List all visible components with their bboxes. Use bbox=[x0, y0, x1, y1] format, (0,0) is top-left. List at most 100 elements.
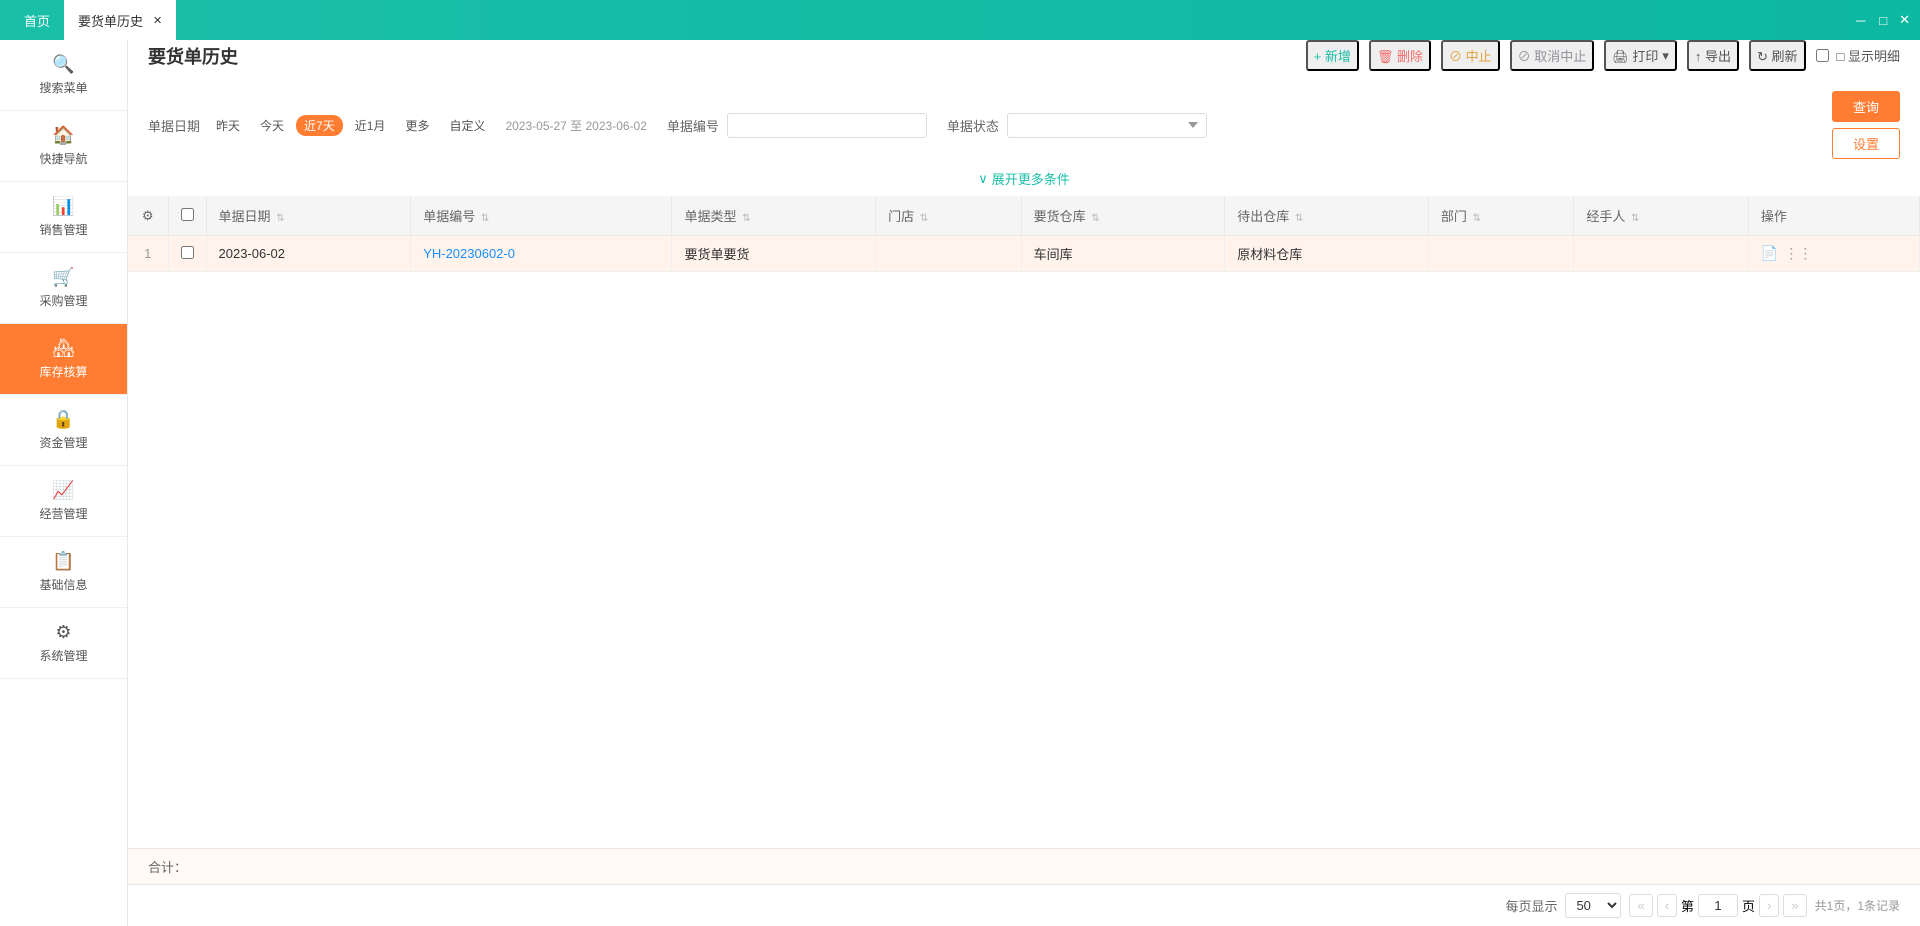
row-doc-type: 要货单要货 bbox=[672, 236, 876, 272]
req-warehouse-col-header[interactable]: 要货仓库 ⇅ bbox=[1021, 196, 1225, 236]
row-handler bbox=[1574, 236, 1749, 272]
per-page-select[interactable]: 10 20 50 100 bbox=[1565, 893, 1621, 918]
row-store bbox=[876, 236, 1021, 272]
doc-type-col-label: 单据类型 bbox=[684, 209, 736, 224]
window-maximize[interactable]: □ bbox=[1879, 13, 1887, 28]
row-checkbox-cell[interactable] bbox=[168, 236, 206, 272]
row-checkbox[interactable] bbox=[181, 246, 194, 259]
query-button[interactable]: 查询 bbox=[1832, 91, 1900, 122]
first-page-button[interactable]: « bbox=[1629, 894, 1652, 917]
expand-more-row: ∨ 展开更多条件 bbox=[148, 165, 1900, 196]
sidebar-item-basic-info[interactable]: 📋 基础信息 bbox=[0, 537, 127, 608]
expand-more-label: 展开更多条件 bbox=[992, 169, 1070, 188]
print-dropdown-icon[interactable]: ▾ bbox=[1662, 48, 1669, 64]
quick-nav-icon: 🏠 bbox=[52, 125, 74, 146]
export-button[interactable]: ↑ 导出 bbox=[1687, 40, 1739, 71]
date-chip-today[interactable]: 今天 bbox=[252, 115, 292, 136]
sidebar-item-quick-nav-label: 快捷导航 bbox=[39, 150, 87, 167]
sidebar-item-finance-mgmt-label: 资金管理 bbox=[39, 434, 87, 451]
total-info: 共1页，1条记录 bbox=[1815, 897, 1900, 914]
req-warehouse-col-label: 要货仓库 bbox=[1034, 209, 1086, 224]
sidebar-item-basic-info-label: 基础信息 bbox=[39, 576, 87, 593]
pending-warehouse-col-label: 待出仓库 bbox=[1237, 209, 1289, 224]
store-col-label: 门店 bbox=[888, 209, 914, 224]
expand-more-button[interactable]: ∨ 展开更多条件 bbox=[978, 169, 1070, 188]
next-page-button[interactable]: › bbox=[1759, 894, 1779, 917]
expand-more-chevron: ∨ bbox=[978, 171, 988, 187]
refresh-button[interactable]: ↻ 刷新 bbox=[1749, 40, 1806, 71]
print-button-label: 🖨 打印 bbox=[1612, 46, 1658, 65]
doc-number-input[interactable] bbox=[727, 113, 927, 138]
doc-date-col-header[interactable]: 单据日期 ⇅ bbox=[206, 196, 411, 236]
date-chip-yesterday[interactable]: 昨天 bbox=[208, 115, 248, 136]
sidebar-item-search-menu[interactable]: 🔍 搜索菜单 bbox=[0, 40, 127, 111]
print-button[interactable]: 🖨 打印 ▾ bbox=[1604, 40, 1677, 71]
doc-type-col-header[interactable]: 单据类型 ⇅ bbox=[672, 196, 876, 236]
export-button-label: ↑ 导出 bbox=[1695, 46, 1731, 65]
sidebar-item-system-mgmt[interactable]: ⚙ 系统管理 bbox=[0, 608, 127, 679]
status-select[interactable] bbox=[1007, 113, 1207, 138]
store-col-header[interactable]: 门店 ⇅ bbox=[876, 196, 1021, 236]
window-minimize[interactable]: － bbox=[1854, 11, 1867, 30]
handler-col-header[interactable]: 经手人 ⇅ bbox=[1574, 196, 1749, 236]
department-col-header[interactable]: 部门 ⇅ bbox=[1428, 196, 1573, 236]
date-chip-last7days[interactable]: 近7天 bbox=[296, 115, 343, 136]
purchase-mgmt-icon: 🛒 bbox=[52, 267, 74, 288]
search-menu-icon: 🔍 bbox=[52, 54, 74, 75]
sidebar-item-quick-nav[interactable]: 🏠 快捷导航 bbox=[0, 111, 127, 182]
new-button[interactable]: + 新增 bbox=[1306, 40, 1359, 71]
date-filter-group: 单据日期 昨天 今天 近7天 近1月 更多 自定义 2023-05-27 至 2… bbox=[148, 115, 647, 136]
req-warehouse-sort-icon: ⇅ bbox=[1091, 213, 1099, 224]
sidebar-item-finance-mgmt[interactable]: 🔒 资金管理 bbox=[0, 395, 127, 466]
date-chip-last1month[interactable]: 近1月 bbox=[347, 115, 394, 136]
page-input[interactable] bbox=[1698, 894, 1738, 917]
checkbox-col-header[interactable] bbox=[168, 196, 206, 236]
row-pending-warehouse: 原材料仓库 bbox=[1225, 236, 1429, 272]
last-page-button[interactable]: » bbox=[1783, 894, 1806, 917]
row-doc-number[interactable]: YH-20230602-0 bbox=[411, 236, 672, 272]
sales-mgmt-icon: 📊 bbox=[52, 196, 74, 217]
date-chip-more[interactable]: 更多 bbox=[397, 115, 437, 136]
sidebar-item-operation-mgmt[interactable]: 📈 经营管理 bbox=[0, 466, 127, 537]
tab-close-icon[interactable]: ✕ bbox=[153, 14, 162, 27]
operation-mgmt-icon: 📈 bbox=[52, 480, 74, 501]
display-detail-toggle[interactable]: □ 显示明细 bbox=[1816, 46, 1900, 65]
doc-number-sort-icon: ⇅ bbox=[481, 213, 489, 224]
tab-order-history[interactable]: 要货单历史 ✕ bbox=[64, 0, 176, 40]
pagination-bar: 每页显示 10 20 50 100 « ‹ 第 页 › » 共1页，1条记录 bbox=[128, 884, 1920, 926]
settings-button[interactable]: 设置 bbox=[1832, 128, 1900, 159]
window-close[interactable]: ✕ bbox=[1899, 12, 1910, 28]
sidebar-item-purchase-mgmt-label: 采购管理 bbox=[39, 292, 87, 309]
settings-col-header[interactable]: ⚙ bbox=[128, 196, 168, 236]
row-edit-icon[interactable]: 📄 bbox=[1761, 245, 1778, 262]
inventory-icon: 🏘 bbox=[52, 338, 75, 359]
date-chip-custom[interactable]: 自定义 bbox=[441, 115, 493, 136]
date-range-text: 2023-05-27 至 2023-06-02 bbox=[505, 117, 646, 134]
stop-button[interactable]: ⊘ 中止 bbox=[1441, 40, 1500, 71]
pending-warehouse-col-header[interactable]: 待出仓库 ⇅ bbox=[1225, 196, 1429, 236]
delete-button[interactable]: 🗑 删除 bbox=[1369, 40, 1431, 71]
doc-date-col-label: 单据日期 bbox=[219, 209, 271, 224]
sidebar-item-sales-mgmt[interactable]: 📊 销售管理 bbox=[0, 182, 127, 253]
cancel-stop-button-label: ⊘ 取消中止 bbox=[1518, 46, 1587, 65]
prev-page-button[interactable]: ‹ bbox=[1657, 894, 1677, 917]
actions-col-header: 操作 bbox=[1748, 196, 1919, 236]
select-all-checkbox[interactable] bbox=[181, 208, 194, 221]
doc-number-col-header[interactable]: 单据编号 ⇅ bbox=[411, 196, 672, 236]
sidebar-item-system-mgmt-label: 系统管理 bbox=[39, 647, 87, 664]
data-table: ⚙ 单据日期 ⇅ 单据编号 ⇅ 单据类型 bbox=[128, 196, 1920, 272]
doc-number-col-label: 单据编号 bbox=[423, 209, 475, 224]
sidebar-item-inventory-label: 库存核算 bbox=[39, 363, 87, 380]
tab-home[interactable]: 首页 bbox=[10, 0, 64, 40]
doc-number-link[interactable]: YH-20230602-0 bbox=[423, 246, 515, 261]
handler-col-label: 经手人 bbox=[1586, 209, 1625, 224]
cancel-stop-button[interactable]: ⊘ 取消中止 bbox=[1510, 40, 1595, 71]
sidebar-item-sales-mgmt-label: 销售管理 bbox=[39, 221, 87, 238]
sidebar-item-inventory[interactable]: 🏘 库存核算 bbox=[0, 324, 127, 395]
display-detail-checkbox[interactable] bbox=[1816, 49, 1829, 62]
date-filter-label: 单据日期 bbox=[148, 116, 200, 135]
sidebar-item-purchase-mgmt[interactable]: 🛒 采购管理 bbox=[0, 253, 127, 324]
tab-order-history-label: 要货单历史 bbox=[78, 11, 143, 30]
row-more-icon[interactable]: ⋮⋮ bbox=[1784, 245, 1812, 262]
department-col-label: 部门 bbox=[1441, 209, 1467, 224]
